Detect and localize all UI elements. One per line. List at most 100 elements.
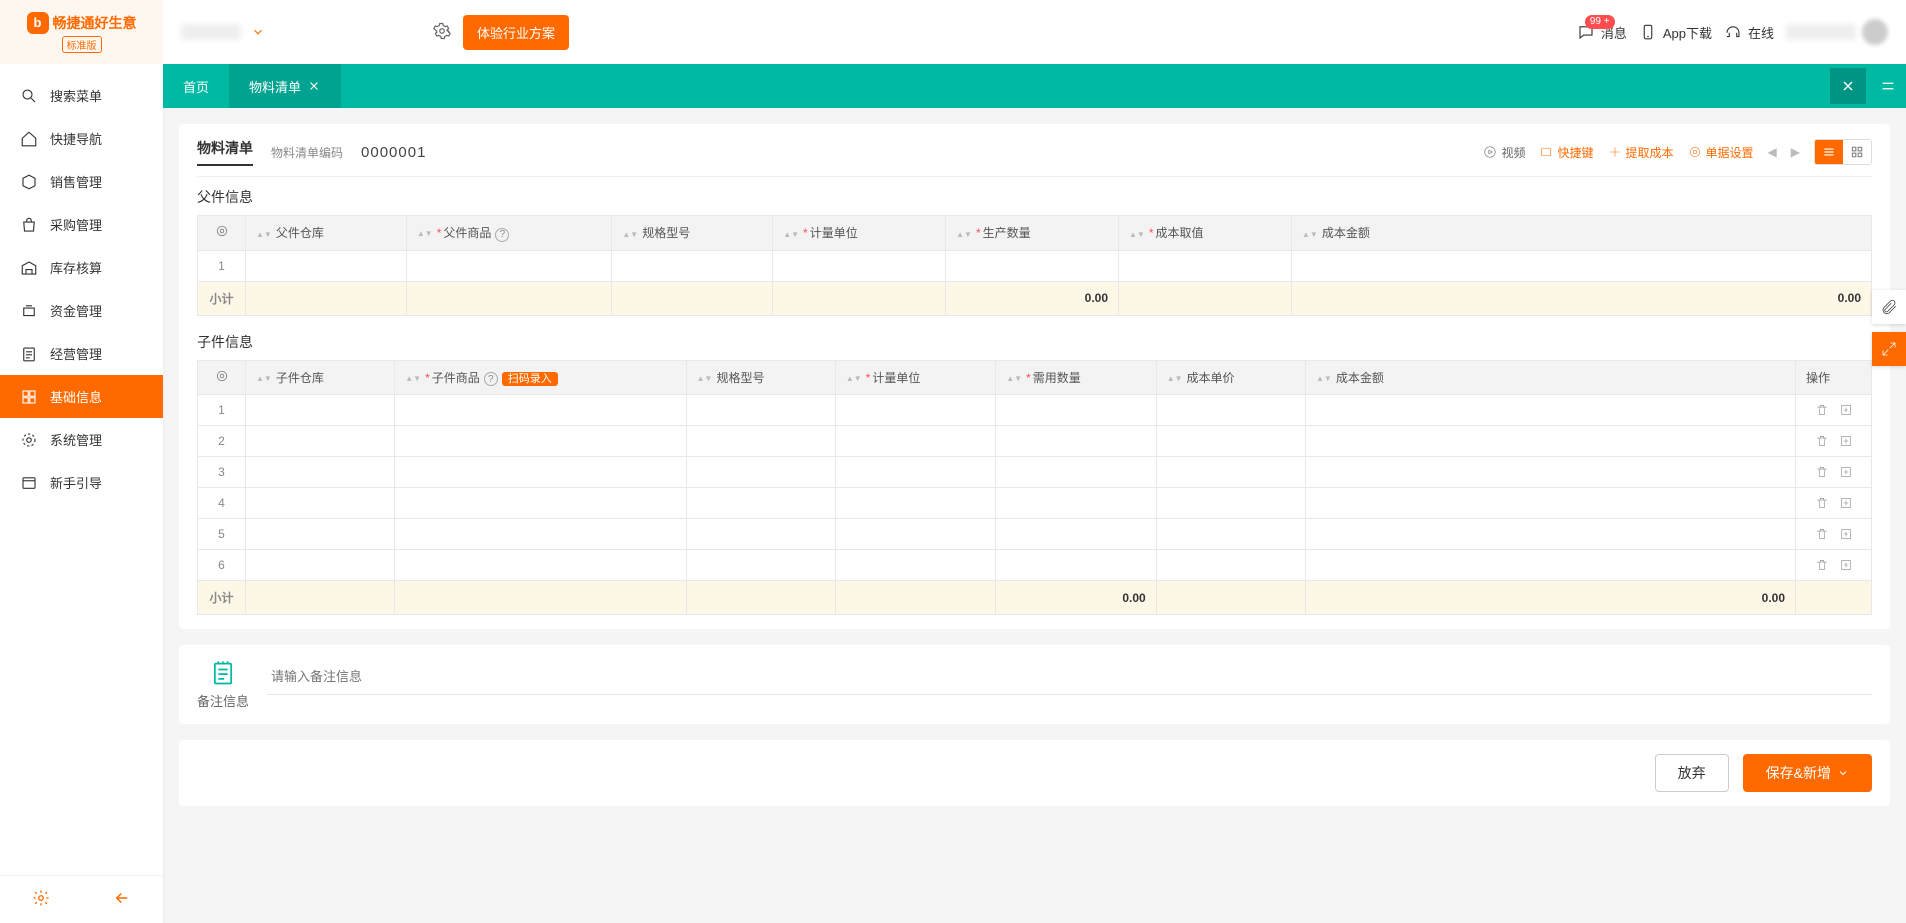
scan-entry-tag[interactable]: 扫码录入 <box>502 372 558 386</box>
messages-link[interactable]: 99 + 消息 <box>1577 23 1627 42</box>
gear-dashed-icon <box>20 431 38 449</box>
close-icon[interactable] <box>307 79 321 93</box>
tab-label: 首页 <box>183 77 209 96</box>
col-parent-warehouse[interactable]: ▲▼父件仓库 <box>246 216 407 251</box>
col-parent-spec[interactable]: ▲▼规格型号 <box>612 216 773 251</box>
col-parent-unit[interactable]: ▲▼计量单位 <box>773 216 946 251</box>
add-row-icon[interactable] <box>1839 403 1853 417</box>
action-extract-cost[interactable]: 提取成本 <box>1608 144 1674 161</box>
discard-button[interactable]: 放弃 <box>1655 754 1729 792</box>
col-settings[interactable] <box>198 360 246 395</box>
sidebar-item-basic[interactable]: 基础信息 <box>0 375 163 418</box>
tabs-close-all[interactable] <box>1830 68 1866 104</box>
table-row[interactable]: 3 <box>198 457 1872 488</box>
action-video[interactable]: 视频 <box>1483 144 1525 161</box>
sidebar-item-fund[interactable]: 资金管理 <box>0 289 163 332</box>
sidebar-item-business[interactable]: 经营管理 <box>0 332 163 375</box>
add-row-icon[interactable] <box>1839 527 1853 541</box>
col-parent-qty[interactable]: ▲▼生产数量 <box>946 216 1119 251</box>
tab-home[interactable]: 首页 <box>163 64 229 108</box>
sidebar-item-label: 经营管理 <box>50 344 102 363</box>
code-value: 0000001 <box>361 144 426 161</box>
sidebar-item-label: 新手引导 <box>50 473 102 492</box>
side-handles <box>1872 290 1906 366</box>
grid-icon <box>20 388 38 406</box>
col-child-cost-amount[interactable]: ▲▼成本金额 <box>1306 360 1796 395</box>
next-record[interactable]: ▶ <box>1791 145 1800 159</box>
help-icon[interactable]: ? <box>484 372 498 386</box>
sidebar-item-system[interactable]: 系统管理 <box>0 418 163 461</box>
save-label: 保存&新增 <box>1766 763 1831 783</box>
add-row-icon[interactable] <box>1839 434 1853 448</box>
delete-icon[interactable] <box>1815 434 1829 448</box>
bag-icon <box>20 216 38 234</box>
download-label: App下载 <box>1663 23 1712 42</box>
col-child-warehouse[interactable]: ▲▼子件仓库 <box>246 360 395 395</box>
table-row[interactable]: 6 <box>198 550 1872 581</box>
add-row-icon[interactable] <box>1839 465 1853 479</box>
org-selector[interactable] <box>181 24 421 40</box>
prev-record[interactable]: ◀ <box>1768 145 1777 159</box>
col-child-unit-cost[interactable]: ▲▼成本单价 <box>1156 360 1305 395</box>
sidebar-item-sales[interactable]: 销售管理 <box>0 160 163 203</box>
sidebar-item-inventory[interactable]: 库存核算 <box>0 246 163 289</box>
tab-label: 物料清单 <box>249 77 301 96</box>
headset-icon <box>1724 23 1742 41</box>
sidebar-item-label: 销售管理 <box>50 172 102 191</box>
col-child-product[interactable]: ▲▼子件商品?扫码录入 <box>395 360 686 395</box>
menu: 搜索菜单 快捷导航 销售管理 采购管理 库存核算 资金管理 经营管理 基础信息 … <box>0 64 163 875</box>
user-area[interactable] <box>1786 19 1888 45</box>
cta-button[interactable]: 体验行业方案 <box>463 15 569 50</box>
sidebar-item-search[interactable]: 搜索菜单 <box>0 74 163 117</box>
view-card[interactable] <box>1843 140 1871 164</box>
col-child-qty[interactable]: ▲▼需用数量 <box>996 360 1156 395</box>
topbar: 体验行业方案 99 + 消息 App下载 在线 <box>163 0 1906 64</box>
org-name-masked <box>181 24 241 40</box>
col-settings[interactable] <box>198 216 246 251</box>
messages-badge: 99 + <box>1585 15 1615 29</box>
save-new-button[interactable]: 保存&新增 <box>1743 754 1872 792</box>
delete-icon[interactable] <box>1815 558 1829 572</box>
expand-handle[interactable] <box>1872 332 1906 366</box>
help-icon[interactable]: ? <box>495 228 509 242</box>
col-parent-cost-basis[interactable]: ▲▼成本取值 <box>1119 216 1292 251</box>
table-row[interactable]: 2 <box>198 426 1872 457</box>
home-icon <box>20 130 38 148</box>
remark-label: 备注信息 <box>197 691 249 710</box>
sidebar-item-guide[interactable]: 新手引导 <box>0 461 163 504</box>
col-parent-cost-amount[interactable]: ▲▼成本金额 <box>1292 216 1872 251</box>
page-tabs: 首页 物料清单 <box>163 64 1906 108</box>
online-link[interactable]: 在线 <box>1724 23 1774 42</box>
delete-icon[interactable] <box>1815 465 1829 479</box>
delete-icon[interactable] <box>1815 496 1829 510</box>
org-settings-icon[interactable] <box>433 22 451 43</box>
settings-gear-icon[interactable] <box>32 889 50 910</box>
action-shortcut[interactable]: 快捷键 <box>1539 144 1593 161</box>
sidebar-item-nav[interactable]: 快捷导航 <box>0 117 163 160</box>
table-row[interactable]: 1 <box>198 250 1872 281</box>
app-download-link[interactable]: App下载 <box>1639 23 1712 42</box>
col-operations: 操作 <box>1796 360 1872 395</box>
add-row-icon[interactable] <box>1839 558 1853 572</box>
attachment-handle[interactable] <box>1872 290 1906 324</box>
logo-text: 畅捷通好生意 <box>53 13 137 33</box>
tab-bom[interactable]: 物料清单 <box>229 64 341 108</box>
view-list[interactable] <box>1815 140 1843 164</box>
collapse-icon[interactable] <box>113 889 131 910</box>
table-row[interactable]: 5 <box>198 519 1872 550</box>
action-receipt-settings[interactable]: 单据设置 <box>1688 144 1754 161</box>
delete-icon[interactable] <box>1815 403 1829 417</box>
table-row[interactable]: 1 <box>198 395 1872 426</box>
sidebar-item-label: 搜索菜单 <box>50 86 102 105</box>
sidebar: b 畅捷通好生意 标准版 搜索菜单 快捷导航 销售管理 采购管理 库存核算 资金… <box>0 0 163 923</box>
delete-icon[interactable] <box>1815 527 1829 541</box>
col-parent-product[interactable]: ▲▼父件商品? <box>406 216 612 251</box>
table-row[interactable]: 4 <box>198 488 1872 519</box>
remark-input[interactable] <box>267 659 1872 695</box>
col-child-unit[interactable]: ▲▼计量单位 <box>835 360 995 395</box>
parent-section-title: 父件信息 <box>197 187 1872 207</box>
sidebar-item-purchase[interactable]: 采购管理 <box>0 203 163 246</box>
col-child-spec[interactable]: ▲▼规格型号 <box>686 360 835 395</box>
add-row-icon[interactable] <box>1839 496 1853 510</box>
tabs-more[interactable] <box>1870 68 1906 104</box>
